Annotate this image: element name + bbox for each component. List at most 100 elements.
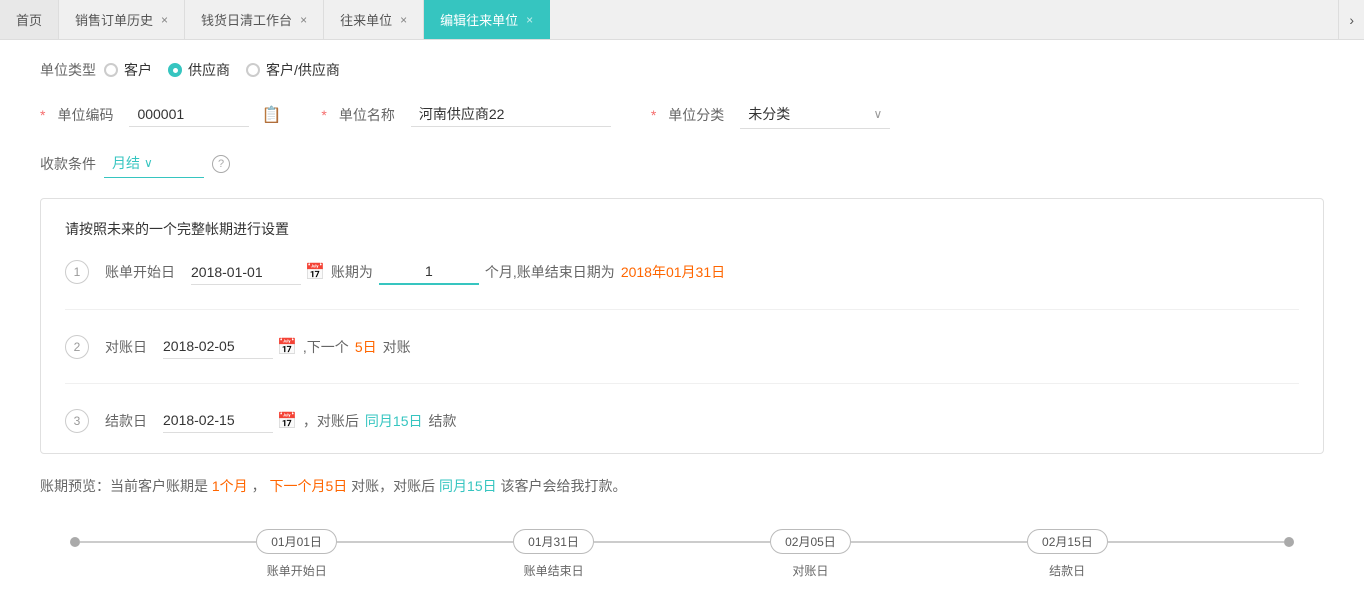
- tab-partner-units-close[interactable]: ×: [400, 13, 407, 27]
- timeline-badge-4-wrap: 02月15日: [1027, 529, 1108, 554]
- period-label-3: 结款日: [105, 411, 147, 431]
- tab-sales-history-close[interactable]: ×: [161, 13, 168, 27]
- timeline-badge-2-wrap: 01月31日: [513, 529, 594, 554]
- timeline-start-dot: [70, 537, 80, 547]
- payment-dropdown[interactable]: 月结 ∨: [104, 149, 204, 178]
- preview-part3: 同月15日: [439, 478, 497, 494]
- radio-customer-circle: [104, 63, 118, 77]
- preview-part2: 下一个月5日: [269, 478, 347, 494]
- timeline: 01月01日 01月31日 02月05日 02月15日: [40, 519, 1324, 589]
- unit-code-input[interactable]: [129, 102, 249, 127]
- unit-info-row: * 单位编码 📋 * 单位名称 * 单位分类 未分类 ∨: [40, 100, 1324, 129]
- timeline-badge-3: 02月05日: [770, 529, 851, 554]
- payment-label: 收款条件: [40, 154, 96, 174]
- calendar-icon-1[interactable]: 📅: [305, 262, 325, 282]
- tab-partner-units[interactable]: 往来单位 ×: [324, 0, 424, 39]
- unit-category-label: 单位分类: [668, 105, 724, 125]
- period-highlight-2: 5日: [355, 337, 377, 357]
- timeline-badge-1-wrap: 01月01日: [256, 529, 337, 554]
- tab-cash-workbench-close[interactable]: ×: [300, 13, 307, 27]
- timeline-label-2: 账单结束日: [514, 562, 594, 579]
- period-suffix-2a: ,下一个: [303, 337, 349, 357]
- tab-expand-button[interactable]: ›: [1338, 0, 1364, 39]
- timeline-label-3: 对账日: [770, 562, 850, 579]
- period-months-input[interactable]: [379, 259, 479, 285]
- unit-code-star: *: [40, 107, 45, 123]
- unit-category-value: 未分类: [748, 104, 873, 124]
- period-row-1: 1 账单开始日 📅 账期为 个月,账单结束日期为 2018年01月31日: [65, 259, 1299, 310]
- period-suffix-2b: 对账: [383, 337, 411, 357]
- radio-supplier[interactable]: 供应商: [168, 60, 230, 80]
- calendar-icon-2[interactable]: 📅: [277, 337, 297, 357]
- timeline-end-dot: [1284, 537, 1294, 547]
- preview-part1: 1个月: [212, 478, 248, 494]
- timeline-label-1: 账单开始日: [257, 562, 337, 579]
- unit-type-radio-group: 客户 供应商 客户/供应商: [104, 60, 340, 80]
- preview-prefix: 账期预览：当前客户账期是: [40, 478, 208, 494]
- radio-both[interactable]: 客户/供应商: [246, 60, 340, 80]
- timeline-line-3: [594, 541, 770, 543]
- chevron-down-icon-payment: ∨: [144, 156, 153, 170]
- timeline-badge-2: 01月31日: [513, 529, 594, 554]
- period-month-suffix: 个月,账单结束日期为: [485, 262, 615, 282]
- preview-sep2: 对账，对账后: [351, 478, 435, 494]
- unit-name-group: * 单位名称: [321, 102, 610, 127]
- period-row-3: 3 结款日 📅 ，对账后 同月15日 结款: [65, 408, 1299, 433]
- period-date-1[interactable]: [191, 260, 301, 285]
- radio-customer-label: 客户: [124, 60, 152, 80]
- period-date-2[interactable]: [163, 334, 273, 359]
- unit-code-label: 单位编码: [57, 105, 113, 125]
- tab-edit-partner[interactable]: 编辑往来单位 ×: [424, 0, 550, 39]
- period-end-date: 2018年01月31日: [621, 262, 725, 282]
- preview-sep1: ，: [252, 478, 266, 494]
- preview-suffix: 该客户会给我打款。: [501, 478, 627, 494]
- period-box: 请按照未来的一个完整帐期进行设置 1 账单开始日 📅 账期为 个月,账单结束日期…: [40, 198, 1324, 454]
- period-highlight-3: 同月15日: [365, 411, 423, 431]
- chevron-down-icon: ∨: [873, 107, 882, 121]
- payment-value: 月结: [112, 153, 140, 173]
- payment-row: 收款条件 月结 ∨ ?: [40, 149, 1324, 178]
- timeline-line-1: [80, 541, 256, 543]
- timeline-line-4: [851, 541, 1027, 543]
- period-suffix-3a: ，对账后: [303, 411, 359, 431]
- period-num-3: 3: [65, 409, 89, 433]
- period-suffix-3b: 结款: [429, 411, 457, 431]
- period-for-label: 账期为: [331, 262, 373, 282]
- preview-text: 账期预览：当前客户账期是 1个月 ， 下一个月5日 对账，对账后 同月15日 该…: [40, 474, 1324, 499]
- period-label-1: 账单开始日: [105, 262, 175, 282]
- chevron-right-icon: ›: [1349, 12, 1354, 28]
- unit-category-group: * 单位分类 未分类 ∨: [651, 100, 890, 129]
- unit-type-row: 单位类型 客户 供应商 客户/供应商: [40, 60, 1324, 80]
- period-row-2: 2 对账日 📅 ,下一个 5日 对账: [65, 334, 1299, 384]
- period-num-2: 2: [65, 335, 89, 359]
- unit-category-star: *: [651, 107, 656, 123]
- period-label-2: 对账日: [105, 337, 147, 357]
- timeline-badge-3-wrap: 02月05日: [770, 529, 851, 554]
- timeline-labels: 账单开始日 账单结束日 对账日 结款日: [70, 562, 1294, 579]
- tab-edit-partner-close[interactable]: ×: [526, 13, 533, 27]
- timeline-line-2: [337, 541, 513, 543]
- help-icon[interactable]: ?: [212, 155, 230, 173]
- period-num-1: 1: [65, 260, 89, 284]
- timeline-badge-4: 02月15日: [1027, 529, 1108, 554]
- tab-sales-history[interactable]: 销售订单历史 ×: [59, 0, 185, 39]
- period-date-3[interactable]: [163, 408, 273, 433]
- tab-home[interactable]: 首页: [0, 0, 59, 39]
- radio-both-circle: [246, 63, 260, 77]
- unit-code-icon[interactable]: 📋: [261, 105, 281, 125]
- timeline-badge-1: 01月01日: [256, 529, 337, 554]
- unit-type-label: 单位类型: [40, 60, 96, 80]
- calendar-icon-3[interactable]: 📅: [277, 411, 297, 431]
- main-content: 单位类型 客户 供应商 客户/供应商 * 单位编码 📋 * 单位名称: [0, 40, 1364, 609]
- unit-name-label: 单位名称: [339, 105, 395, 125]
- tab-cash-workbench[interactable]: 钱货日清工作台 ×: [185, 0, 324, 39]
- tab-bar: 首页 销售订单历史 × 钱货日清工作台 × 往来单位 × 编辑往来单位 × ›: [0, 0, 1364, 40]
- period-instruction: 请按照未来的一个完整帐期进行设置: [65, 219, 1299, 239]
- radio-supplier-label: 供应商: [188, 60, 230, 80]
- unit-category-select[interactable]: 未分类 ∨: [740, 100, 890, 129]
- radio-both-label: 客户/供应商: [266, 60, 340, 80]
- timeline-line-5: [1108, 541, 1284, 543]
- unit-name-input[interactable]: [411, 102, 611, 127]
- radio-customer[interactable]: 客户: [104, 60, 152, 80]
- unit-code-group: * 单位编码 📋: [40, 102, 281, 127]
